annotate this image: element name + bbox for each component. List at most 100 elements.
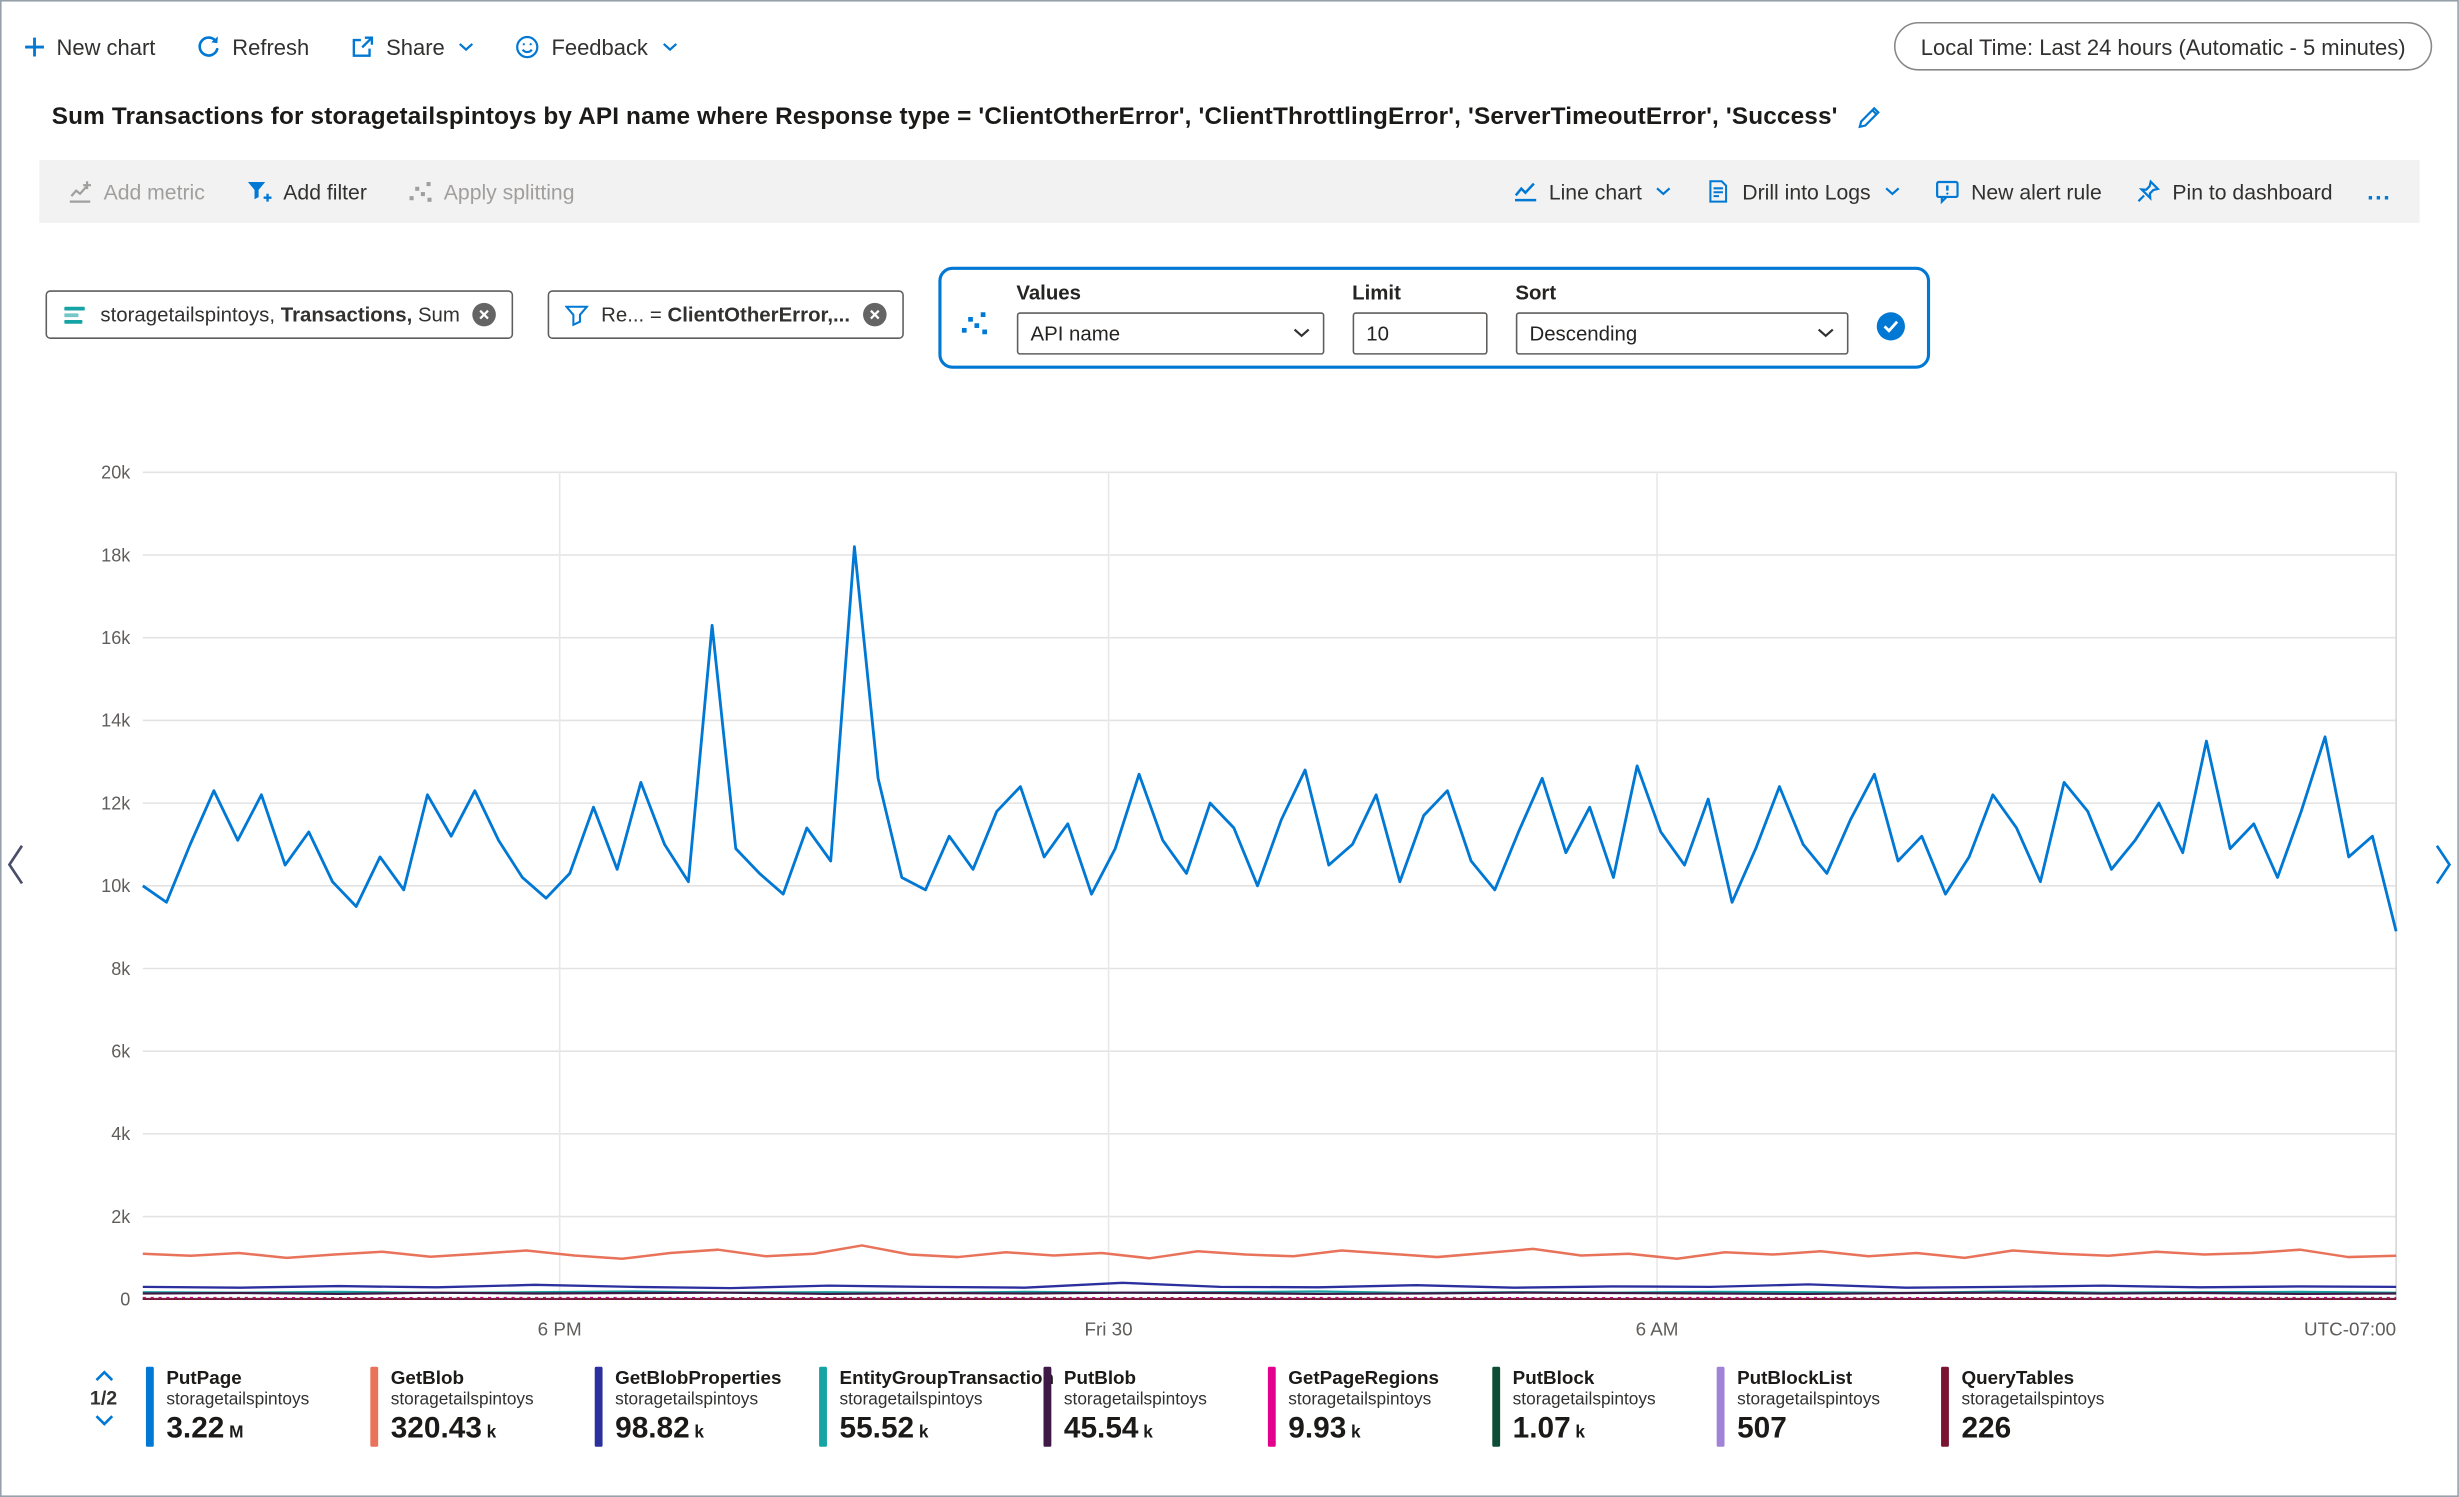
legend-color-bar xyxy=(370,1367,378,1447)
sort-label: Sort xyxy=(1515,281,1848,305)
pills-row: storagetailspintoys, Transactions, Sum R… xyxy=(2,223,2458,369)
scroll-left-chevron[interactable] xyxy=(6,843,25,895)
new-chart-button[interactable]: New chart xyxy=(24,34,156,59)
legend-value: 45.54k xyxy=(1064,1412,1207,1447)
sort-selected-option: Descending xyxy=(1529,322,1637,346)
line-chart-icon xyxy=(1513,179,1538,204)
chevron-down-icon xyxy=(459,42,475,51)
x-tick-label: Fri 30 xyxy=(1085,1318,1133,1339)
values-label: Values xyxy=(1016,281,1324,305)
time-range-picker[interactable]: Local Time: Last 24 hours (Automatic - 5… xyxy=(1894,22,2432,71)
legend-resource-name: storagetailspintoys xyxy=(615,1390,781,1409)
legend-value: 3.22M xyxy=(166,1412,309,1447)
share-label: Share xyxy=(386,34,445,59)
legend-resource-name: storagetailspintoys xyxy=(166,1390,309,1409)
add-metric-button[interactable]: Add metric xyxy=(67,179,204,204)
metric-pill[interactable]: storagetailspintoys, Transactions, Sum xyxy=(46,290,514,339)
funnel-icon xyxy=(565,304,589,326)
limit-label: Limit xyxy=(1352,281,1487,305)
y-tick-label: 6k xyxy=(111,1041,131,1061)
legend-item[interactable]: PutBlockList storagetailspintoys 507 xyxy=(1717,1367,1941,1447)
refresh-label: Refresh xyxy=(232,34,309,59)
y-tick-label: 4k xyxy=(111,1124,131,1144)
apply-splitting-icon xyxy=(408,179,433,204)
apply-splitting-button[interactable]: Apply splitting xyxy=(408,179,575,204)
legend-item[interactable]: EntityGroupTransaction storagetailspinto… xyxy=(819,1367,1043,1447)
values-select[interactable]: API name xyxy=(1016,312,1324,354)
new-chart-label: New chart xyxy=(56,34,155,59)
chevron-down-icon xyxy=(1293,328,1310,339)
limit-input[interactable] xyxy=(1352,312,1487,354)
y-tick-label: 18k xyxy=(101,545,131,565)
new-alert-rule-label: New alert rule xyxy=(1971,180,2102,204)
legend-color-bar xyxy=(819,1367,827,1447)
values-selected-option: API name xyxy=(1030,322,1120,346)
chart-toolbar-right: Line chart Drill into Logs New alert rul xyxy=(1513,178,2392,205)
refresh-button[interactable]: Refresh xyxy=(196,34,309,59)
edit-title-icon[interactable] xyxy=(1856,105,1881,130)
legend-pager: 1/2 xyxy=(83,1370,124,1426)
splitting-panel: Values API name Limit Sort Descending xyxy=(938,267,1930,369)
series-line-GetBlob xyxy=(143,1245,2396,1258)
legend-resource-name: storagetailspintoys xyxy=(1064,1390,1207,1409)
feedback-button[interactable]: Feedback xyxy=(515,34,677,59)
legend-item[interactable]: GetPageRegions storagetailspintoys 9.93k xyxy=(1268,1367,1492,1447)
legend-meta: PutBlockList storagetailspintoys 507 xyxy=(1737,1367,1880,1447)
legend-color-bar xyxy=(1941,1367,1949,1447)
chart-toolbar: Add metric Add filter Apply splitting Li… xyxy=(39,160,2419,223)
legend-meta: PutBlob storagetailspintoys 45.54k xyxy=(1064,1367,1207,1447)
share-button[interactable]: Share xyxy=(350,34,475,59)
legend-series-name: GetPageRegions xyxy=(1288,1367,1439,1389)
legend-value: 320.43k xyxy=(391,1412,534,1447)
legend-color-bar xyxy=(146,1367,154,1447)
remove-filter-button[interactable] xyxy=(863,303,887,327)
drill-into-logs-dropdown[interactable]: Drill into Logs xyxy=(1706,179,1900,204)
metrics-chart-frame: New chart Refresh Share Feedback xyxy=(0,0,2459,1497)
legend-series-name: PutBlock xyxy=(1513,1367,1656,1389)
filter-pill[interactable]: Re... = ClientOtherError,... xyxy=(548,290,904,339)
apply-splitting-label: Apply splitting xyxy=(444,180,575,204)
chart-type-label: Line chart xyxy=(1549,180,1642,204)
legend-series-name: EntityGroupTransaction xyxy=(840,1367,1054,1389)
metric-icon xyxy=(63,304,88,326)
legend-item[interactable]: QueryTables storagetailspintoys 226 xyxy=(1941,1367,2165,1447)
chevron-down-icon xyxy=(1885,187,1901,196)
more-options-button[interactable]: ... xyxy=(2367,178,2391,205)
scroll-right-chevron[interactable] xyxy=(2434,843,2453,895)
legend-item[interactable]: PutBlock storagetailspintoys 1.07k xyxy=(1492,1367,1716,1447)
series-line-PutPage xyxy=(143,547,2396,932)
splitting-applied-check-icon[interactable] xyxy=(1876,312,1904,340)
chevron-down-icon xyxy=(662,42,678,51)
add-filter-icon xyxy=(246,179,273,204)
legend-item[interactable]: PutBlob storagetailspintoys 45.54k xyxy=(1043,1367,1267,1447)
legend-page-up-button[interactable] xyxy=(93,1370,113,1383)
x-tick-label: 6 AM xyxy=(1636,1318,1679,1339)
legend-item[interactable]: GetBlob storagetailspintoys 320.43k xyxy=(370,1367,594,1447)
new-alert-rule-button[interactable]: New alert rule xyxy=(1935,179,2102,204)
y-tick-label: 12k xyxy=(101,793,131,813)
chart-area: 02k4k6k8k10k12k14k16k18k20k6 PMFri 306 A… xyxy=(2,406,2458,1354)
legend-meta: PutPage storagetailspintoys 3.22M xyxy=(166,1367,309,1447)
legend-value: 1.07k xyxy=(1513,1412,1656,1447)
remove-metric-button[interactable] xyxy=(472,303,496,327)
timezone-label: UTC-07:00 xyxy=(2304,1318,2396,1339)
legend-color-bar xyxy=(595,1367,603,1447)
line-chart-canvas: 02k4k6k8k10k12k14k16k18k20k6 PMFri 306 A… xyxy=(2,406,2459,1354)
add-filter-button[interactable]: Add filter xyxy=(246,179,367,204)
y-tick-label: 8k xyxy=(111,959,131,979)
pin-to-dashboard-label: Pin to dashboard xyxy=(2172,180,2332,204)
legend-resource-name: storagetailspintoys xyxy=(840,1390,1054,1409)
legend-item[interactable]: GetBlobProperties storagetailspintoys 98… xyxy=(595,1367,819,1447)
more-options-label: ... xyxy=(2367,178,2391,205)
chart-type-dropdown[interactable]: Line chart xyxy=(1513,179,1672,204)
y-tick-label: 20k xyxy=(101,463,131,483)
pin-to-dashboard-button[interactable]: Pin to dashboard xyxy=(2136,179,2332,204)
legend-resource-name: storagetailspintoys xyxy=(1961,1390,2104,1409)
legend-page-down-button[interactable] xyxy=(93,1414,113,1427)
sort-select[interactable]: Descending xyxy=(1515,312,1848,354)
legend-value: 98.82k xyxy=(615,1412,781,1447)
legend-color-bar xyxy=(1268,1367,1276,1447)
legend-resource-name: storagetailspintoys xyxy=(391,1390,534,1409)
legend-item[interactable]: PutPage storagetailspintoys 3.22M xyxy=(146,1367,370,1447)
legend-series-name: QueryTables xyxy=(1961,1367,2104,1389)
